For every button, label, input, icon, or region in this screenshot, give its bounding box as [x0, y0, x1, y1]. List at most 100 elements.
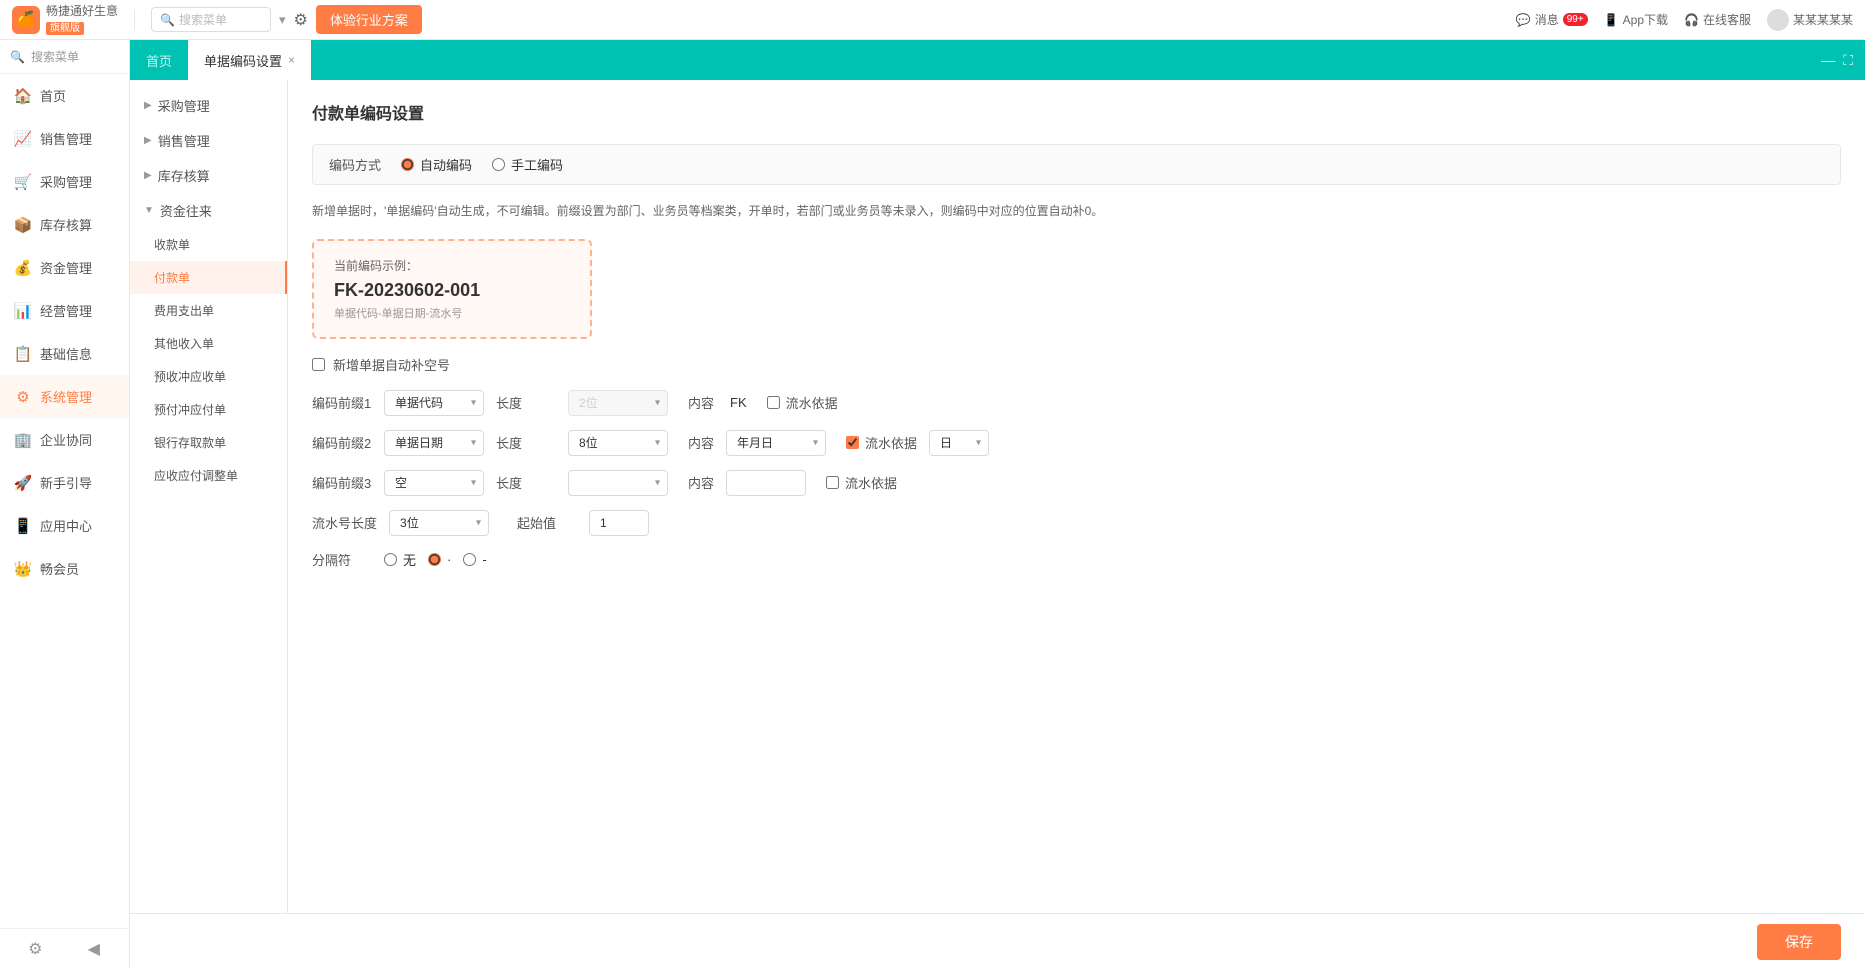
chevron-right-icon: ▶: [144, 135, 152, 146]
prefix2-content-select[interactable]: 年月日 年月 年: [726, 430, 826, 456]
manual-code-radio[interactable]: 手工编码: [492, 155, 563, 174]
menu-group-inventory: ▶ 库存核算: [130, 158, 287, 193]
trial-button[interactable]: 体验行业方案: [316, 5, 422, 34]
prefix2-select[interactable]: 单据日期 部门 业务员 空: [384, 430, 484, 456]
auto-fill-row: 新增单据自动补空号: [312, 355, 1841, 374]
menu-item-adjust[interactable]: 应收应付调整单: [130, 459, 287, 492]
prefix1-content-label: 内容: [688, 393, 714, 412]
menu-item-prepay-recv[interactable]: 预收冲应收单: [130, 360, 287, 393]
auto-fill-checkbox[interactable]: [312, 358, 325, 371]
prefix3-length-select[interactable]: [568, 470, 668, 496]
separator-dot-radio[interactable]: ·: [428, 552, 451, 567]
operations-icon: 📊: [14, 302, 32, 320]
menu-item-other-income[interactable]: 其他收入单: [130, 327, 287, 360]
headset-icon: 🎧: [1684, 13, 1699, 27]
menu-item-bank[interactable]: 银行存取款单: [130, 426, 287, 459]
sidebar: 🔍 搜索菜单 🏠 首页 📈 销售管理 🛒 采购管理 📦 库存核算 💰: [0, 40, 130, 969]
prefix1-row: 编码前缀1 单据代码 部门 业务员 空 长度 2位: [312, 390, 1841, 416]
prefix1-select[interactable]: 单据代码 部门 业务员 空: [384, 390, 484, 416]
maximize-icon[interactable]: ⛶: [1843, 52, 1853, 69]
prefix3-content-input[interactable]: [726, 470, 806, 496]
prefix2-unit-select[interactable]: 日 月 年: [929, 430, 989, 456]
sidebar-item-purchase[interactable]: 🛒 采购管理: [0, 160, 129, 203]
form-area: 付款单编码设置 编码方式 自动编码 手工编码 新增单据时，'单据编码'自动生成，…: [288, 80, 1865, 913]
menu-group-inventory-title[interactable]: ▶ 库存核算: [130, 158, 287, 193]
search-icon: 🔍: [160, 13, 175, 27]
dropdown-icon[interactable]: ▾: [279, 12, 286, 28]
menu-group-purchase-title[interactable]: ▶ 采购管理: [130, 88, 287, 123]
system-icon: ⚙: [14, 388, 32, 406]
prefix2-unit-wrapper: 日 月 年: [929, 430, 989, 456]
sidebar-footer: ⚙ ◀: [0, 928, 129, 969]
serial-length-select[interactable]: 3位 4位 5位: [389, 510, 489, 536]
search-bar[interactable]: 🔍 搜索菜单: [151, 7, 271, 32]
form-title: 付款单编码设置: [312, 100, 1841, 124]
separator-label: 分隔符: [312, 550, 372, 569]
start-value-input[interactable]: [589, 510, 649, 536]
message-icon: 💬: [1516, 13, 1531, 27]
coding-method-row: 编码方式 自动编码 手工编码: [312, 144, 1841, 185]
menu-group-purchase: ▶ 采购管理: [130, 88, 287, 123]
sidebar-item-operations[interactable]: 📊 经营管理: [0, 289, 129, 332]
prefix2-serial-checkbox[interactable]: [846, 436, 859, 449]
sidebar-item-sales[interactable]: 📈 销售管理: [0, 117, 129, 160]
content-area: 首页 单据编码设置 × — ⛶ ▶ 采购管理: [130, 40, 1865, 969]
menu-items-capital: 收款单 付款单 费用支出单 其他收入单 预收冲应收单 预付冲应付单 银行存取款单…: [130, 228, 287, 492]
bottom-bar: 保存: [130, 913, 1865, 969]
finance-icon: 💰: [14, 259, 32, 277]
sidebar-item-guide[interactable]: 🚀 新手引导: [0, 461, 129, 504]
prefix3-select[interactable]: 空 部门 业务员: [384, 470, 484, 496]
prefix3-select-wrapper: 空 部门 业务员: [384, 470, 484, 496]
tab-close-button[interactable]: ×: [288, 53, 295, 67]
app-download-button[interactable]: 📱 App下载: [1604, 11, 1668, 28]
member-icon: 👑: [14, 560, 32, 578]
tabs-right: — ⛶: [1821, 52, 1865, 69]
save-button[interactable]: 保存: [1757, 924, 1841, 960]
sidebar-item-apps[interactable]: 📱 应用中心: [0, 504, 129, 547]
auto-code-radio[interactable]: 自动编码: [401, 155, 472, 174]
prefix3-serial-checkbox[interactable]: [826, 476, 839, 489]
sidebar-search[interactable]: 🔍 搜索菜单: [0, 40, 129, 74]
sidebar-item-enterprise[interactable]: 🏢 企业协同: [0, 418, 129, 461]
menu-item-payment[interactable]: 付款单: [130, 261, 287, 294]
prefix1-serial-checkbox[interactable]: [767, 396, 780, 409]
user-menu[interactable]: 某某某某某: [1767, 9, 1853, 31]
prefix2-select-wrapper: 单据日期 部门 业务员 空: [384, 430, 484, 456]
sidebar-item-inventory[interactable]: 📦 库存核算: [0, 203, 129, 246]
prefix2-content-label: 内容: [688, 433, 714, 452]
sidebar-item-system[interactable]: ⚙ 系统管理: [0, 375, 129, 418]
separator-none-radio[interactable]: 无: [384, 550, 416, 569]
tab-home[interactable]: 首页: [130, 40, 188, 80]
menu-item-prepay-pay[interactable]: 预付冲应付单: [130, 393, 287, 426]
menu-group-capital-title[interactable]: ▼ 资金往来: [130, 193, 287, 228]
menu-item-expense[interactable]: 费用支出单: [130, 294, 287, 327]
footer-collapse-button[interactable]: ◀: [69, 939, 120, 959]
footer-settings-button[interactable]: ⚙: [10, 939, 61, 959]
code-preview-box: 当前编码示例： FK-20230602-001 单据代码-单据日期-流水号: [312, 239, 592, 339]
sidebar-item-member[interactable]: 👑 畅会员: [0, 547, 129, 590]
left-menu: ▶ 采购管理 ▶ 销售管理 ▶ 库存核算: [130, 80, 288, 913]
minimize-icon[interactable]: —: [1821, 52, 1835, 68]
sidebar-nav: 🏠 首页 📈 销售管理 🛒 采购管理 📦 库存核算 💰 资金管理 📊 经: [0, 74, 129, 928]
tab-coding[interactable]: 单据编码设置 ×: [188, 40, 311, 80]
serial-length-label: 流水号长度: [312, 513, 377, 532]
sidebar-item-basic[interactable]: 📋 基础信息: [0, 332, 129, 375]
prefix1-length-select[interactable]: 2位: [568, 390, 668, 416]
prefix2-content-wrapper: 年月日 年月 年: [726, 430, 826, 456]
avatar: [1767, 9, 1789, 31]
service-button[interactable]: 🎧 在线客服: [1684, 11, 1751, 28]
message-button[interactable]: 💬 消息 99+: [1516, 11, 1588, 28]
prefix2-length-select[interactable]: 8位 4位 6位: [568, 430, 668, 456]
menu-group-capital: ▼ 资金往来 收款单 付款单 费用支出单 其他收入单 预收冲应收单 预付冲应付单…: [130, 193, 287, 492]
menu-item-receipt[interactable]: 收款单: [130, 228, 287, 261]
menu-group-sales-title[interactable]: ▶ 销售管理: [130, 123, 287, 158]
sidebar-item-finance[interactable]: 💰 资金管理: [0, 246, 129, 289]
settings-icon[interactable]: ⚙: [294, 10, 308, 30]
chevron-down-icon: ▼: [144, 205, 154, 216]
logo: 🍊 畅捷通好生意 旗舰版: [12, 4, 118, 35]
tabs-bar: 首页 单据编码设置 × — ⛶: [130, 40, 1865, 80]
prefix2-serial-item: 流水依据: [846, 433, 917, 452]
sidebar-item-home[interactable]: 🏠 首页: [0, 74, 129, 117]
separator-dash-radio[interactable]: -: [463, 552, 486, 567]
menu-group-sales: ▶ 销售管理: [130, 123, 287, 158]
